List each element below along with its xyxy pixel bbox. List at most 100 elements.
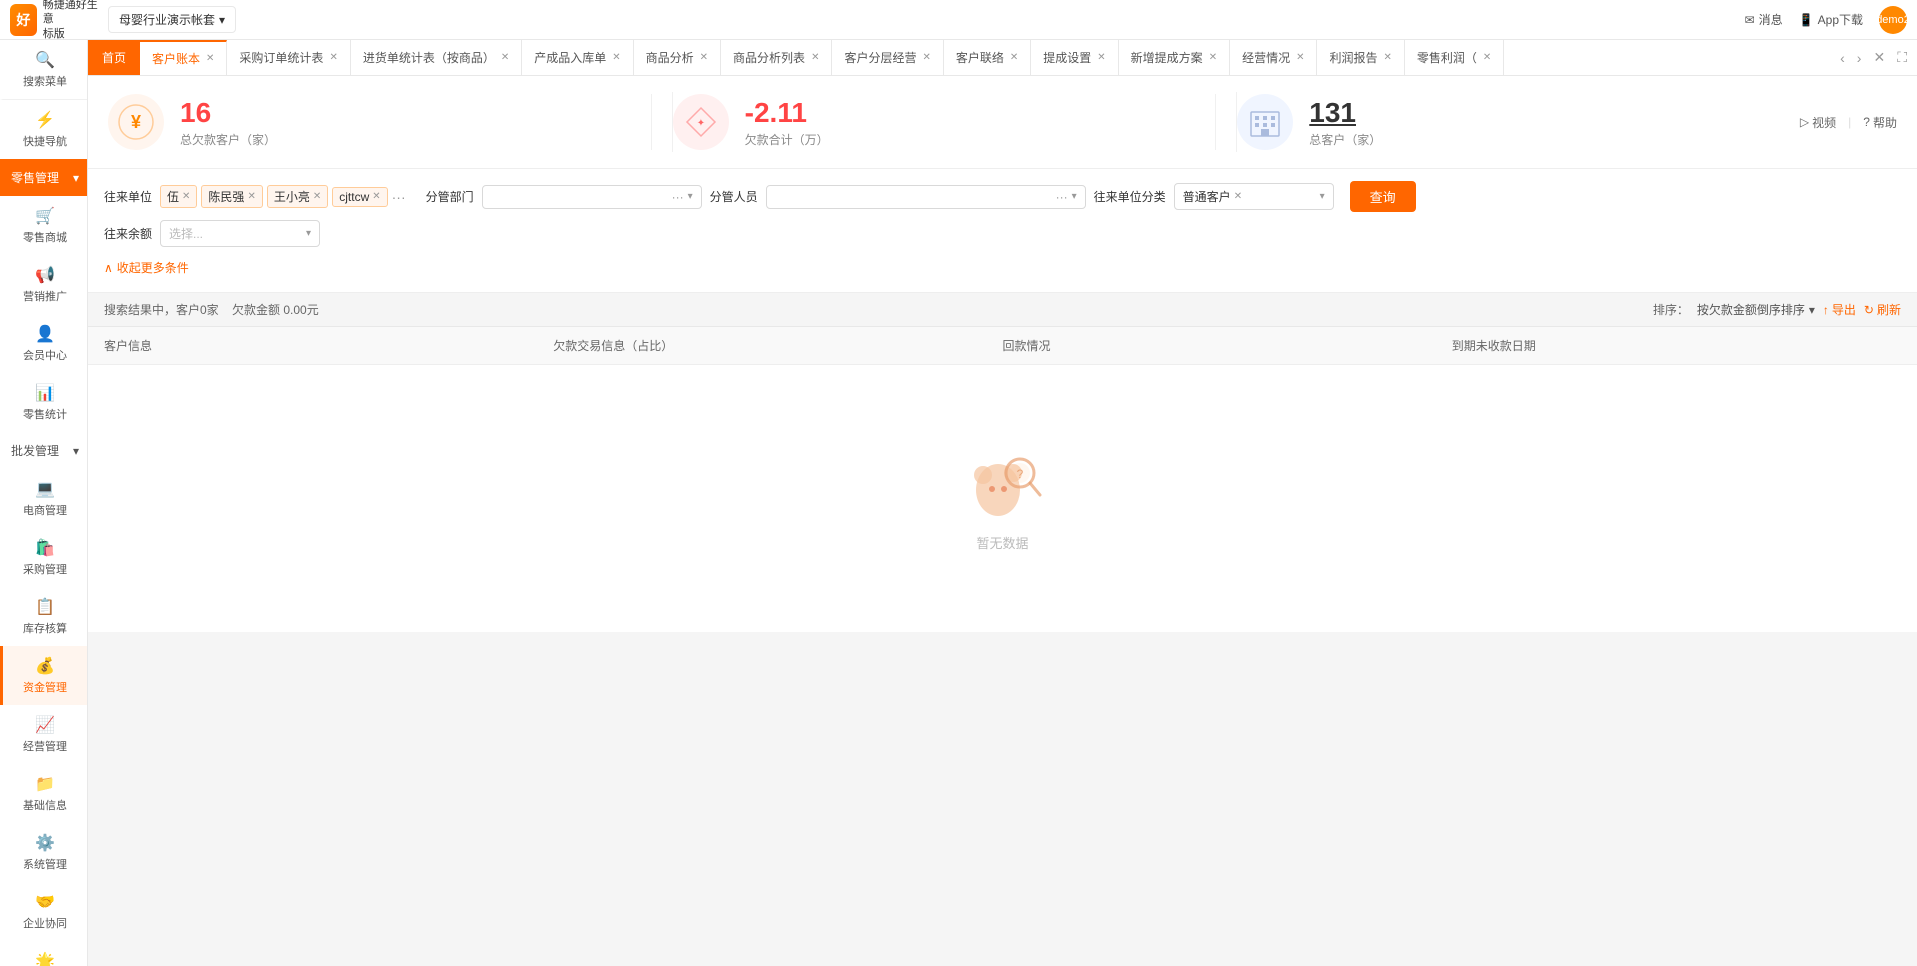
sidebar-item-newbie[interactable]: 🌟 新手引导: [0, 941, 87, 966]
unit-filter-label: 往来单位: [104, 188, 152, 205]
tab-production-inbound[interactable]: 产成品入库单 ✕: [522, 40, 633, 76]
tab-purchase-order-stats[interactable]: 采购订单统计表 ✕: [227, 40, 350, 76]
tab-close-icon[interactable]: ✕: [1483, 52, 1491, 63]
tab-close-icon[interactable]: ✕: [1384, 52, 1392, 63]
account-selector[interactable]: 母婴行业演示帐套 ▾: [108, 6, 236, 33]
tab-close-icon[interactable]: ✕: [1296, 52, 1304, 63]
sidebar-item-retail-mall[interactable]: 🛒 零售商城: [0, 196, 87, 255]
col-header-repayment: 回款情况: [1003, 337, 1452, 354]
tab-add-commission[interactable]: 新增提成方案 ✕: [1119, 40, 1230, 76]
tab-close-icon[interactable]: ✕: [1097, 52, 1105, 63]
category-tag-close[interactable]: ✕: [1234, 191, 1242, 202]
sidebar-item-retail-stats[interactable]: 📊 零售统计: [0, 373, 87, 432]
tab-close-all-button[interactable]: ✕: [1869, 47, 1889, 68]
sidebar-item-search[interactable]: 🔍 搜索菜单: [0, 40, 87, 100]
tab-prev-button[interactable]: ‹: [1836, 48, 1849, 68]
collapse-button[interactable]: ∧ 收起更多条件: [104, 259, 1901, 276]
tab-close-icon[interactable]: ✕: [700, 52, 708, 63]
logo-text: 畅捷通好生意 标版: [43, 0, 98, 41]
refresh-button[interactable]: ↻ 刷新: [1864, 301, 1901, 318]
unit-tag-wu: 伍 ✕: [160, 185, 197, 208]
main-layout: 🔍 搜索菜单 ⚡ 快捷导航 零售管理 ▾ 🛒 零售商城 📢 营销推广: [0, 40, 1917, 966]
phone-icon: 📱: [1799, 13, 1814, 27]
unit-tag-close-wang[interactable]: ✕: [313, 191, 321, 202]
megaphone-icon: 📢: [35, 265, 55, 285]
filter-row-2: 往来余额 选择... ▾: [104, 220, 1901, 247]
sidebar-item-purchase[interactable]: 🛍️ 采购管理: [0, 528, 87, 587]
tab-retail-profit[interactable]: 零售利润（ ✕: [1405, 40, 1504, 76]
sidebar-item-ecom-mgmt[interactable]: 💻 电商管理: [0, 469, 87, 528]
logo-icon: 好: [10, 4, 37, 36]
dept-chevron-icon: ▾: [688, 191, 693, 202]
tab-home[interactable]: 首页: [88, 40, 140, 76]
tab-close-icon[interactable]: ✕: [501, 52, 509, 63]
tab-operations[interactable]: 经营情况 ✕: [1230, 40, 1317, 76]
dept-filter-dots[interactable]: ···: [672, 190, 684, 204]
category-tag-normal: 普通客户 ✕: [1183, 188, 1242, 205]
query-button[interactable]: 查询: [1350, 181, 1416, 212]
tab-close-icon[interactable]: ✕: [329, 52, 337, 63]
tab-customer-contact[interactable]: 客户联络 ✕: [944, 40, 1031, 76]
money-icon: 💰: [35, 656, 55, 676]
user-icon: 👤: [35, 324, 55, 344]
sidebar-item-finance[interactable]: 💰 资金管理: [0, 646, 87, 705]
sort-select[interactable]: 按欠款金额倒序排序 ▾: [1697, 301, 1815, 318]
unit-tag-cjttcw: cjttcw ✕: [332, 187, 387, 207]
help-action[interactable]: ? 帮助: [1863, 114, 1897, 131]
tab-product-analysis[interactable]: 商品分析 ✕: [634, 40, 721, 76]
avatar[interactable]: demo2: [1879, 6, 1907, 34]
top-bar: 好 畅捷通好生意 标版 母婴行业演示帐套 ▾ ✉ 消息 📱 App下载 demo…: [0, 0, 1917, 40]
stat-debt-amount-label: 欠款合计（万）: [745, 131, 829, 148]
sidebar-item-member[interactable]: 👤 会员中心: [0, 314, 87, 373]
dept-filter-select[interactable]: ··· ▾: [482, 185, 702, 209]
unit-filter-more[interactable]: ···: [392, 189, 406, 205]
sidebar-item-base-info[interactable]: 📁 基础信息: [0, 764, 87, 823]
app-download-button[interactable]: 📱 App下载: [1799, 11, 1863, 28]
export-button[interactable]: ↑ 导出: [1823, 301, 1856, 318]
tab-close-icon[interactable]: ✕: [612, 52, 620, 63]
tab-close-icon[interactable]: ✕: [206, 53, 214, 64]
stat-total-customers-label: 总客户（家）: [1309, 131, 1381, 148]
tab-next-button[interactable]: ›: [1853, 48, 1866, 68]
sort-chevron-icon: ▾: [1809, 303, 1815, 317]
stat-icon-diamond: ✦: [673, 94, 729, 150]
sidebar-item-inventory[interactable]: 📋 库存核算: [0, 587, 87, 646]
tab-fullscreen-button[interactable]: ⛶: [1893, 47, 1911, 68]
sidebar-item-cooperation[interactable]: 🤝 企业协同: [0, 882, 87, 941]
person-chevron-icon: ▾: [1072, 191, 1077, 202]
sidebar-item-retail-mgmt[interactable]: 零售管理 ▾: [0, 159, 87, 196]
tab-commission-settings[interactable]: 提成设置 ✕: [1031, 40, 1118, 76]
tab-customer-tier[interactable]: 客户分层经营 ✕: [832, 40, 943, 76]
sidebar-item-system[interactable]: ⚙️ 系统管理: [0, 823, 87, 882]
diamond-symbol: ✦: [683, 104, 719, 140]
sidebar-item-quick-nav[interactable]: ⚡ 快捷导航: [0, 100, 87, 159]
unit-tag-close-wu[interactable]: ✕: [182, 191, 190, 202]
tab-inbound-stats[interactable]: 进货单统计表（按商品） ✕: [351, 40, 522, 76]
sidebar-item-batch-mgmt[interactable]: 批发管理 ▾: [0, 432, 87, 469]
tab-close-icon[interactable]: ✕: [1010, 52, 1018, 63]
stat-total-customers-value[interactable]: 131: [1309, 96, 1381, 130]
balance-filter-select[interactable]: 选择... ▾: [160, 220, 320, 247]
tab-product-analysis-list[interactable]: 商品分析列表 ✕: [721, 40, 832, 76]
person-filter-dots[interactable]: ···: [1056, 190, 1068, 204]
category-filter-select[interactable]: 普通客户 ✕ ▾: [1174, 183, 1334, 210]
video-action[interactable]: ▷ 视频: [1800, 114, 1836, 131]
sidebar-item-marketing[interactable]: 📢 营销推广: [0, 255, 87, 314]
unit-tag-close-chen[interactable]: ✕: [247, 191, 255, 202]
tabs-controls: ‹ › ✕ ⛶: [1830, 47, 1917, 68]
tab-close-icon[interactable]: ✕: [922, 52, 930, 63]
tab-customer-ledger[interactable]: 客户账本 ✕: [140, 40, 227, 76]
star-icon: 🌟: [35, 951, 55, 966]
tab-profit-report[interactable]: 利润报告 ✕: [1317, 40, 1404, 76]
unit-tag-close-cjttcw[interactable]: ✕: [372, 191, 380, 202]
balance-chevron-icon: ▾: [306, 228, 311, 239]
message-button[interactable]: ✉ 消息: [1745, 11, 1783, 28]
col-header-debt: 欠款交易信息（占比）: [553, 337, 1002, 354]
gear-icon: ⚙️: [35, 833, 55, 853]
tab-close-icon[interactable]: ✕: [1209, 52, 1217, 63]
tab-close-icon[interactable]: ✕: [811, 52, 819, 63]
empty-text: 暂无数据: [976, 533, 1028, 552]
person-filter-select[interactable]: ··· ▾: [766, 185, 1086, 209]
cart-icon: 🛒: [35, 206, 55, 226]
sidebar-item-operations[interactable]: 📈 经营管理: [0, 705, 87, 764]
